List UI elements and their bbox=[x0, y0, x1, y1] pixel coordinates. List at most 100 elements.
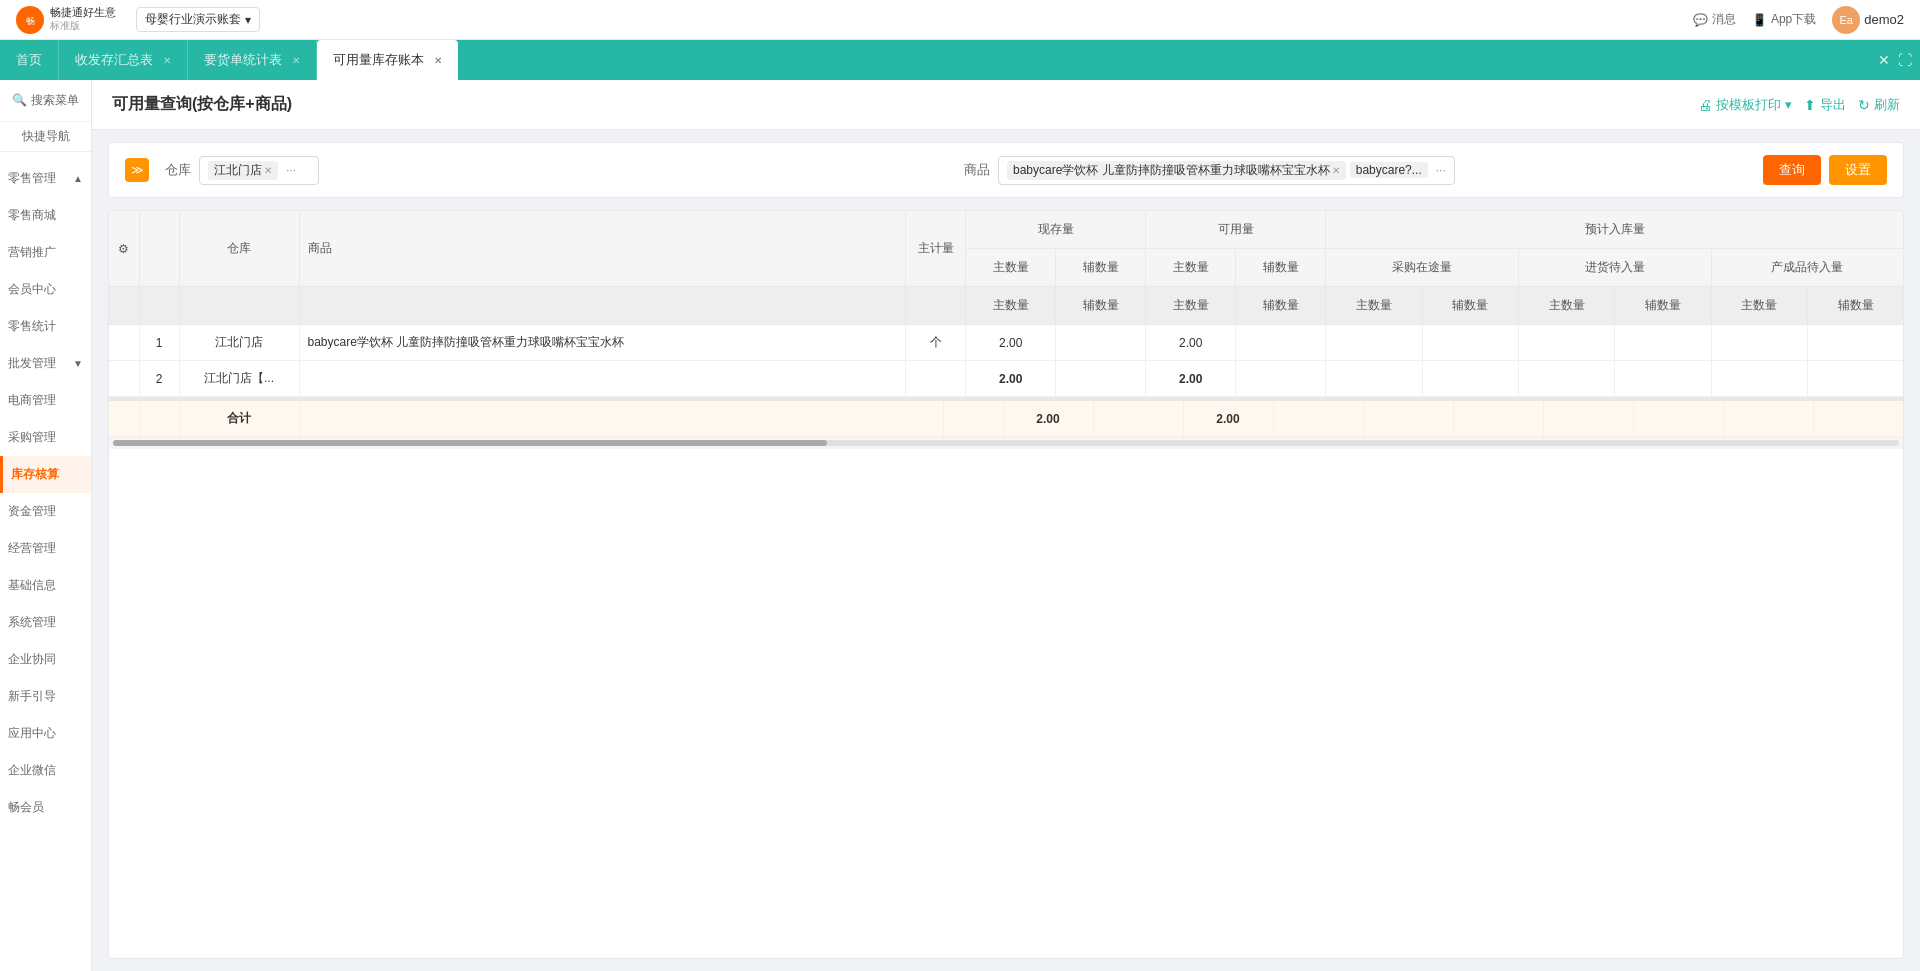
row1-product: babycare学饮杯 儿童防摔防撞吸管杯重力球吸嘴杯宝宝水杯 bbox=[299, 325, 906, 361]
th-sub-settings bbox=[109, 287, 139, 325]
query-button[interactable]: 查询 bbox=[1763, 155, 1821, 185]
search-menu-btn[interactable]: 🔍 搜索菜单 bbox=[8, 88, 83, 113]
th-no bbox=[139, 211, 179, 287]
total-unit bbox=[943, 400, 1003, 437]
scrollbar-thumb[interactable] bbox=[113, 440, 827, 446]
content-header: 可用量查询(按仓库+商品) 🖨 按模板打印 ▾ ⬆ 导出 ↻ 刷新 bbox=[92, 80, 1920, 130]
horizontal-scrollbar[interactable] bbox=[109, 437, 1903, 449]
member-label: 会员中心 bbox=[8, 281, 56, 298]
row2-stock-main: 2.00 bbox=[966, 361, 1056, 397]
th-inbound-group-title: 进货待入量 bbox=[1518, 249, 1711, 287]
settings-button[interactable]: 设置 bbox=[1829, 155, 1887, 185]
th-product: 商品 bbox=[299, 211, 906, 287]
app-download-btn[interactable]: 📱 App下载 bbox=[1752, 11, 1816, 28]
export-btn[interactable]: ⬆ 导出 bbox=[1804, 96, 1846, 114]
product-filter-value[interactable]: babycare学饮杯 儿童防摔防撞吸管杯重力球吸嘴杯宝宝水杯 ✕ babyca… bbox=[998, 156, 1455, 185]
tab-order[interactable]: 要货单统计表 ✕ bbox=[188, 40, 317, 80]
sidebar-item-corpwechat[interactable]: 企业微信 bbox=[0, 752, 91, 789]
total-production-main bbox=[1723, 400, 1813, 437]
sidebar-item-member2[interactable]: 畅会员 bbox=[0, 789, 91, 826]
sidebar-item-newguide[interactable]: 新手引导 bbox=[0, 678, 91, 715]
sidebar-item-basic[interactable]: 基础信息 bbox=[0, 567, 91, 604]
product-tag-1-close-icon[interactable]: ✕ bbox=[1332, 165, 1340, 176]
sidebar-item-ecommerce[interactable]: 电商管理 bbox=[0, 382, 91, 419]
product-more-icon[interactable]: ··· bbox=[1436, 163, 1446, 177]
user-area[interactable]: Ea demo2 bbox=[1832, 6, 1904, 34]
tab-receivepay-label: 收发存汇总表 bbox=[75, 51, 153, 69]
tab-home[interactable]: 首页 bbox=[0, 40, 59, 80]
th-available-qty-group: 可用量 bbox=[1146, 211, 1326, 249]
avatar: Ea bbox=[1832, 6, 1860, 34]
table-container: ⚙ 仓库 商品 主计量 bbox=[108, 210, 1904, 959]
message-btn[interactable]: 💬 消息 bbox=[1693, 11, 1736, 28]
th-sub-warehouse bbox=[179, 287, 299, 325]
tab-close-all-icon[interactable]: ✕ bbox=[1878, 52, 1890, 68]
th-sub-avail-main: 主数量 bbox=[1146, 287, 1236, 325]
total-inbound-main bbox=[1543, 400, 1633, 437]
row2-product bbox=[299, 361, 906, 397]
sidebar-item-purchase[interactable]: 采购管理 bbox=[0, 419, 91, 456]
sidebar-item-finance[interactable]: 资金管理 bbox=[0, 493, 91, 530]
product-tag-1-text: babycare学饮杯 儿童防摔防撞吸管杯重力球吸嘴杯宝宝水杯 bbox=[1013, 162, 1330, 179]
th-sub-production-main: 主数量 bbox=[1711, 287, 1807, 325]
product-tag-2-text: babycare?... bbox=[1356, 163, 1422, 177]
wholesale-mgmt-arrow-icon: ▼ bbox=[73, 358, 83, 369]
app-label: App下载 bbox=[1771, 11, 1816, 28]
warehouse-tag-close-icon[interactable]: ✕ bbox=[264, 165, 272, 176]
th-sub-no bbox=[139, 287, 179, 325]
total-stock-main: 2.00 bbox=[1003, 400, 1093, 437]
warehouse-more-icon[interactable]: ··· bbox=[286, 163, 296, 177]
print-btn[interactable]: 🖨 按模板打印 ▾ bbox=[1698, 96, 1792, 114]
filter-toggle-btn[interactable]: ≫ bbox=[125, 158, 149, 182]
member2-label: 畅会员 bbox=[8, 799, 44, 816]
tab-inventory-label: 可用量库存账本 bbox=[333, 51, 424, 69]
row1-purchase-main bbox=[1326, 325, 1422, 361]
row1-settings bbox=[109, 325, 139, 361]
main-layout: 🔍 搜索菜单 快捷导航 零售管理 ▲ 零售商城 营销推广 会员中心 零售统计 bbox=[0, 80, 1920, 971]
total-avail-aux bbox=[1273, 400, 1363, 437]
sidebar-item-member[interactable]: 会员中心 bbox=[0, 271, 91, 308]
settings-gear-icon[interactable]: ⚙ bbox=[118, 242, 129, 256]
th-sub-production-aux: 辅数量 bbox=[1808, 287, 1903, 325]
row2-inbound-main bbox=[1518, 361, 1614, 397]
logo-area: 畅 畅捷通好生意 标准版 bbox=[16, 6, 116, 34]
appcenter-label: 应用中心 bbox=[8, 725, 56, 742]
sidebar-item-inventory-check[interactable]: 库存核算 bbox=[0, 456, 91, 493]
inventory-check-label: 库存核算 bbox=[11, 466, 59, 483]
message-icon: 💬 bbox=[1693, 13, 1708, 27]
sidebar-item-retail-stats[interactable]: 零售统计 bbox=[0, 308, 91, 345]
tab-fullscreen-icon[interactable]: ⛶ bbox=[1898, 52, 1912, 68]
sidebar-item-operations[interactable]: 经营管理 bbox=[0, 530, 91, 567]
page-title: 可用量查询(按仓库+商品) bbox=[112, 94, 292, 115]
sidebar-item-appcenter[interactable]: 应用中心 bbox=[0, 715, 91, 752]
th-sub-inbound-aux: 辅数量 bbox=[1615, 287, 1711, 325]
tab-inventory[interactable]: 可用量库存账本 ✕ bbox=[317, 40, 458, 80]
sidebar-item-marketing[interactable]: 营销推广 bbox=[0, 234, 91, 271]
tab-inventory-close-icon[interactable]: ✕ bbox=[434, 55, 442, 66]
tab-receivepay[interactable]: 收发存汇总表 ✕ bbox=[59, 40, 188, 80]
sidebar-item-enterprise[interactable]: 企业协同 bbox=[0, 641, 91, 678]
content-area: 可用量查询(按仓库+商品) 🖨 按模板打印 ▾ ⬆ 导出 ↻ 刷新 bbox=[92, 80, 1920, 971]
row1-production-main bbox=[1711, 325, 1807, 361]
print-chevron-icon: ▾ bbox=[1785, 97, 1792, 112]
warehouse-filter-value[interactable]: 江北门店 ✕ ··· bbox=[199, 156, 319, 185]
refresh-btn[interactable]: ↻ 刷新 bbox=[1858, 96, 1900, 114]
row1-production-aux bbox=[1808, 325, 1903, 361]
ecommerce-label: 电商管理 bbox=[8, 392, 56, 409]
tab-receivepay-close-icon[interactable]: ✕ bbox=[163, 55, 171, 66]
th-sub-purchase-main: 主数量 bbox=[1326, 287, 1422, 325]
sidebar-item-wholesale-mgmt[interactable]: 批发管理 ▼ bbox=[0, 345, 91, 382]
total-label: 合计 bbox=[179, 400, 299, 437]
th-sub-stock-aux: 辅数量 bbox=[1056, 287, 1146, 325]
sidebar-item-retail-mall[interactable]: 零售商城 bbox=[0, 197, 91, 234]
th-current-stock-group: 现存量 bbox=[966, 211, 1146, 249]
sidebar-item-retail-mgmt[interactable]: 零售管理 ▲ bbox=[0, 160, 91, 197]
row2-no: 2 bbox=[139, 361, 179, 397]
corpwechat-label: 企业微信 bbox=[8, 762, 56, 779]
quick-nav-btn[interactable]: 快捷导航 bbox=[0, 122, 91, 152]
tab-order-close-icon[interactable]: ✕ bbox=[292, 55, 300, 66]
row2-avail-aux bbox=[1236, 361, 1326, 397]
store-selector[interactable]: 母婴行业演示账套 ▾ bbox=[136, 7, 260, 32]
print-icon: 🖨 bbox=[1698, 97, 1712, 113]
sidebar-item-system[interactable]: 系统管理 bbox=[0, 604, 91, 641]
